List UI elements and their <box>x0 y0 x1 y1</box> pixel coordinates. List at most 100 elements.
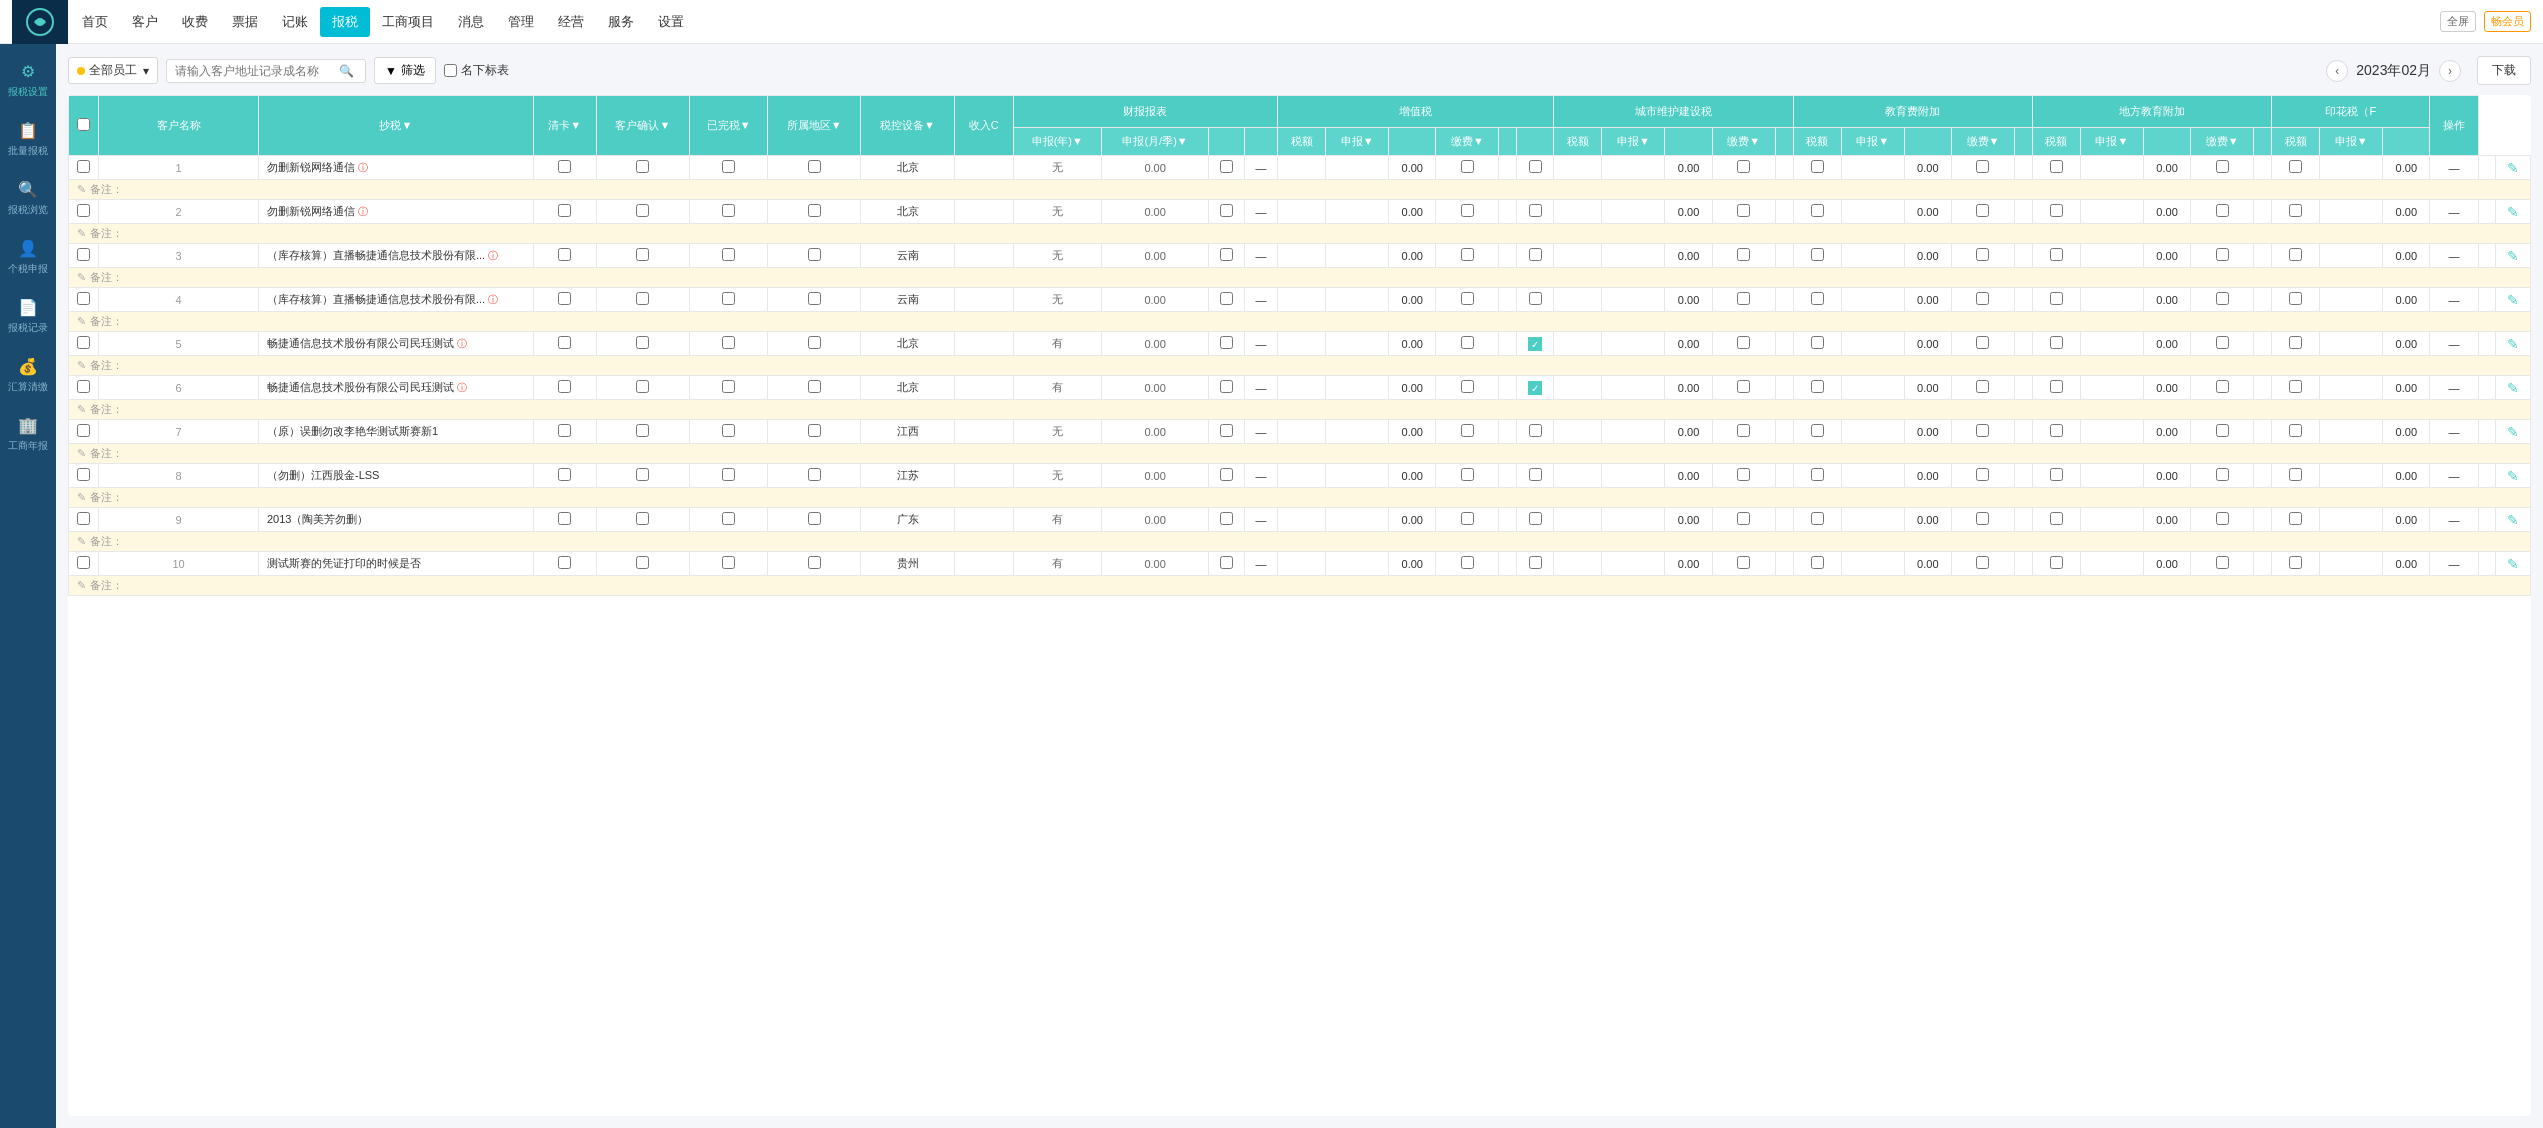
search-icon[interactable]: 🔍 <box>339 64 354 78</box>
cb-confirm[interactable] <box>722 336 735 349</box>
col-city-declare[interactable]: 申报▼ <box>1602 128 1665 156</box>
cb-confirm[interactable] <box>722 160 735 173</box>
topnav-item-收费[interactable]: 收费 <box>170 7 220 37</box>
topnav-item-报税[interactable]: 报税 <box>320 7 370 37</box>
cb-chaoshui[interactable] <box>558 556 571 569</box>
cb-qingka[interactable] <box>636 468 649 481</box>
edit-btn[interactable]: ✎ <box>2507 424 2519 440</box>
member-btn[interactable]: 畅会员 <box>2484 11 2531 32</box>
sidebar-item-browse[interactable]: 🔍 报税浏览 <box>3 170 53 225</box>
row-checkbox[interactable] <box>77 424 90 437</box>
cb-qingka[interactable] <box>636 160 649 173</box>
cb-paid[interactable] <box>808 336 821 349</box>
col-edu-pay[interactable]: 缴费▼ <box>1951 128 2014 156</box>
cb-qingka[interactable] <box>636 292 649 305</box>
col-zzs-declare[interactable]: 申报▼ <box>1326 128 1389 156</box>
cb-paid[interactable] <box>808 292 821 305</box>
topnav-item-票据[interactable]: 票据 <box>220 7 270 37</box>
cb-confirm[interactable] <box>722 512 735 525</box>
col-qingka[interactable]: 清卡▼ <box>533 96 596 156</box>
sidebar-item-gongshangnian[interactable]: 🏢 工商年报 <box>3 406 53 461</box>
row-checkbox[interactable] <box>77 248 90 261</box>
cb-paid[interactable] <box>808 204 821 217</box>
download-button[interactable]: 下载 <box>2477 56 2531 85</box>
col-edu-declare[interactable]: 申报▼ <box>1841 128 1904 156</box>
sidebar-item-jilu[interactable]: 📄 报税记录 <box>3 288 53 343</box>
cb-paid[interactable] <box>808 424 821 437</box>
cb-chaoshui[interactable] <box>558 248 571 261</box>
topnav-item-消息[interactable]: 消息 <box>446 7 496 37</box>
checkbox-input[interactable] <box>444 64 457 77</box>
cb-confirm[interactable] <box>722 424 735 437</box>
cb-qingka[interactable] <box>636 556 649 569</box>
col-city-pay[interactable]: 缴费▼ <box>1712 128 1775 156</box>
cb-paid[interactable] <box>808 512 821 525</box>
cb-confirm[interactable] <box>722 248 735 261</box>
cb-confirm[interactable] <box>722 380 735 393</box>
row-checkbox[interactable] <box>77 556 90 569</box>
cb-chaoshui[interactable] <box>558 424 571 437</box>
search-input[interactable] <box>175 64 335 78</box>
topnav-item-管理[interactable]: 管理 <box>496 7 546 37</box>
topnav-item-经营[interactable]: 经营 <box>546 7 596 37</box>
cb-qingka[interactable] <box>636 204 649 217</box>
col-caiwu-year[interactable]: 申报(年)▼ <box>1013 128 1101 156</box>
row-checkbox[interactable] <box>77 160 90 173</box>
edit-btn[interactable]: ✎ <box>2507 556 2519 572</box>
sidebar-item-piliang[interactable]: 📋 批量报税 <box>3 111 53 166</box>
cb-paid[interactable] <box>808 556 821 569</box>
edit-btn[interactable]: ✎ <box>2507 512 2519 528</box>
cb-chaoshui[interactable] <box>558 468 571 481</box>
cb-qingka[interactable] <box>636 424 649 437</box>
main-table-container[interactable]: 客户名称 抄税▼ 清卡▼ 客户确认▼ 已完税▼ 所属地区▼ 税控设备▼ 收入C … <box>68 95 2531 1116</box>
fullscreen-btn[interactable]: 全屏 <box>2440 11 2476 32</box>
col-device[interactable]: 税控设备▼ <box>861 96 954 156</box>
cb-paid[interactable] <box>808 380 821 393</box>
row-checkbox[interactable] <box>77 292 90 305</box>
cb-confirm[interactable] <box>722 468 735 481</box>
row-checkbox[interactable] <box>77 468 90 481</box>
col-chaoshui[interactable]: 抄税▼ <box>259 96 534 156</box>
prev-date-btn[interactable]: ‹ <box>2326 60 2348 82</box>
topnav-item-首页[interactable]: 首页 <box>70 7 120 37</box>
topnav-item-工商项目[interactable]: 工商项目 <box>370 7 446 37</box>
cb-qingka[interactable] <box>636 248 649 261</box>
edit-btn[interactable]: ✎ <box>2507 160 2519 176</box>
col-tax-paid[interactable]: 已完税▼ <box>690 96 768 156</box>
cb-chaoshui[interactable] <box>558 380 571 393</box>
sidebar-item-huisuan[interactable]: 💰 汇算清缴 <box>3 347 53 402</box>
topnav-item-服务[interactable]: 服务 <box>596 7 646 37</box>
topnav-item-设置[interactable]: 设置 <box>646 7 696 37</box>
employee-filter-select[interactable]: 全部员工 ▾ <box>68 57 158 84</box>
cb-chaoshui[interactable] <box>558 512 571 525</box>
cb-chaoshui[interactable] <box>558 336 571 349</box>
checkbox-label[interactable]: 名下标表 <box>444 62 509 79</box>
col-caiwu-month[interactable]: 申报(月/季)▼ <box>1101 128 1209 156</box>
cb-chaoshui[interactable] <box>558 292 571 305</box>
next-date-btn[interactable]: › <box>2439 60 2461 82</box>
edit-btn[interactable]: ✎ <box>2507 380 2519 396</box>
topnav-item-记账[interactable]: 记账 <box>270 7 320 37</box>
topnav-item-客户[interactable]: 客户 <box>120 7 170 37</box>
row-checkbox[interactable] <box>77 380 90 393</box>
row-checkbox[interactable] <box>77 336 90 349</box>
cb-paid[interactable] <box>808 160 821 173</box>
col-region[interactable]: 所属地区▼ <box>768 96 861 156</box>
cb-chaoshui[interactable] <box>558 204 571 217</box>
cb-paid[interactable] <box>808 248 821 261</box>
cb-qingka[interactable] <box>636 512 649 525</box>
filter-button[interactable]: ▼ 筛选 <box>374 57 436 84</box>
col-checkbox[interactable] <box>69 96 99 156</box>
col-local-pay[interactable]: 缴费▼ <box>2191 128 2254 156</box>
sidebar-item-geshui[interactable]: 👤 个税申报 <box>3 229 53 284</box>
col-income[interactable]: 收入C <box>954 96 1013 156</box>
col-zzs-pay[interactable]: 缴费▼ <box>1436 128 1499 156</box>
edit-btn[interactable]: ✎ <box>2507 248 2519 264</box>
edit-btn[interactable]: ✎ <box>2507 336 2519 352</box>
edit-btn[interactable]: ✎ <box>2507 292 2519 308</box>
col-stamp-declare[interactable]: 申报▼ <box>2320 128 2383 156</box>
cb-chaoshui[interactable] <box>558 160 571 173</box>
sidebar-item-baoshuishezhi[interactable]: ⚙ 报税设置 <box>3 52 53 107</box>
col-local-declare[interactable]: 申报▼ <box>2080 128 2143 156</box>
row-checkbox[interactable] <box>77 204 90 217</box>
